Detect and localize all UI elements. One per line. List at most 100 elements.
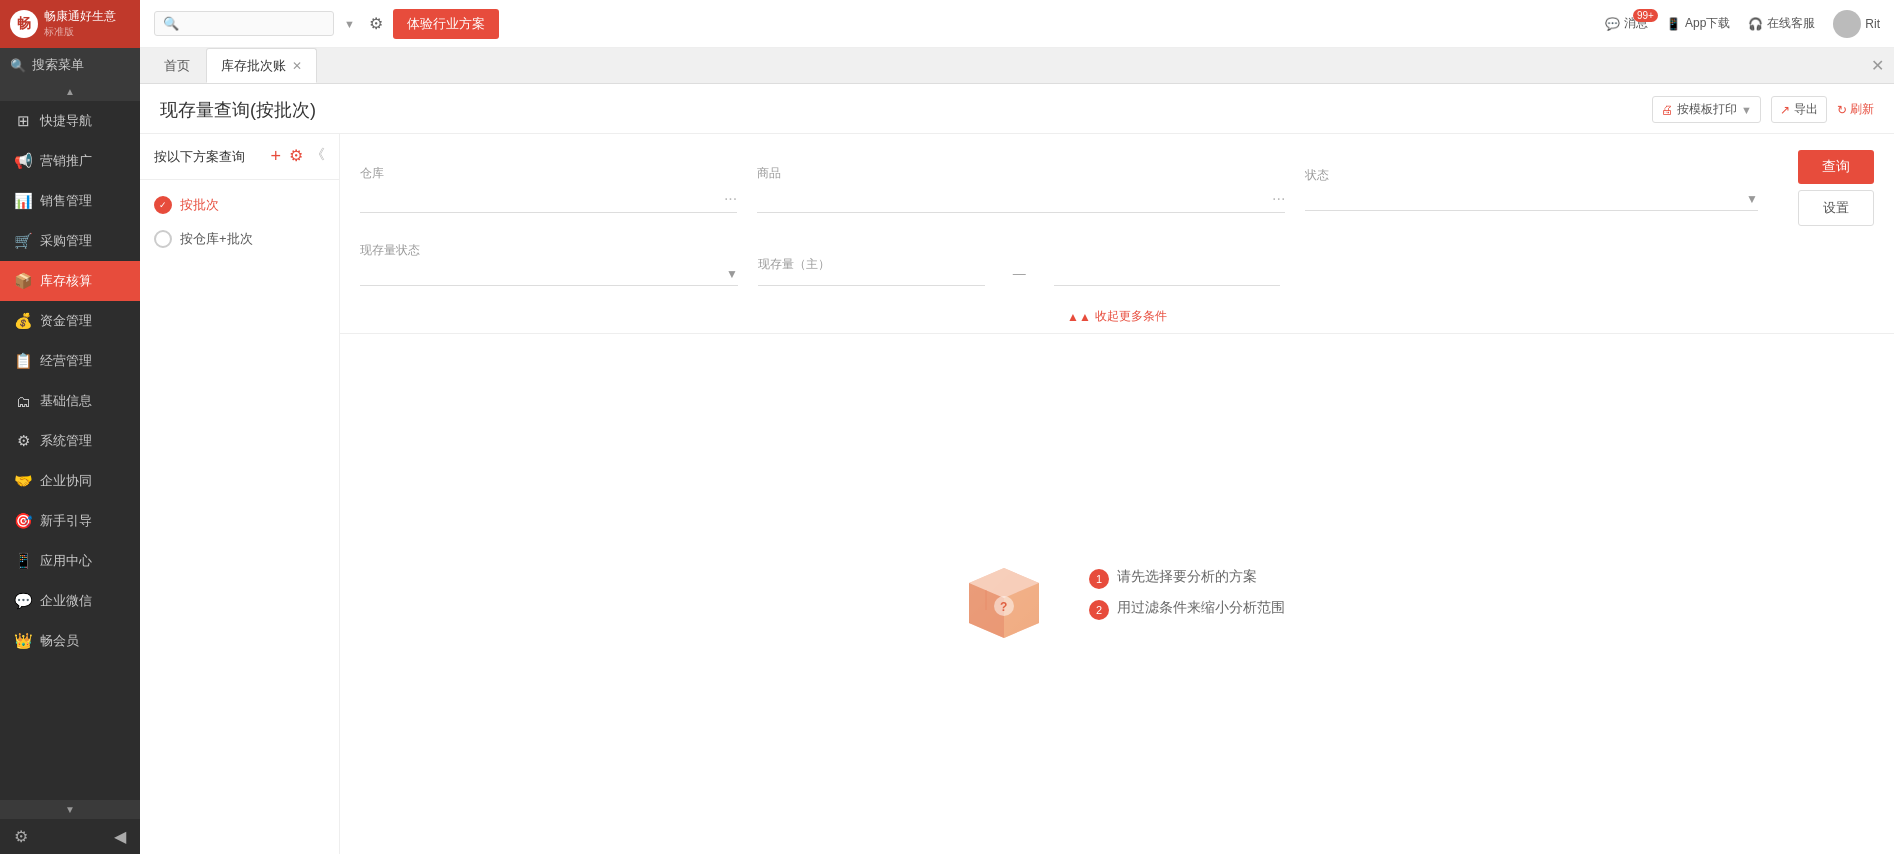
nav-label-appstore: 应用中心 (40, 552, 92, 570)
search-menu-label: 搜索菜单 (32, 56, 84, 74)
main-area: 🔍 ▼ ⚙ 体验行业方案 💬 消息 99+ 📱 App下载 🎧 在线客服 Rit (140, 0, 1894, 854)
tab-home-label: 首页 (164, 57, 190, 75)
nav-label-basic: 基础信息 (40, 392, 92, 410)
query-button[interactable]: 查询 (1798, 150, 1874, 184)
sidebar-item-marketing[interactable]: 📢营销推广 (0, 141, 140, 181)
action-buttons: 查询 设置 (1798, 150, 1874, 228)
empty-tips: 1 请先选择要分析的方案 2 用过滤条件来缩小分析范围 (1089, 568, 1285, 620)
scheme-batch-icon: ✓ (154, 196, 172, 214)
app-download-item[interactable]: 📱 App下载 (1666, 15, 1730, 32)
sidebar-item-inventory[interactable]: 📦库存核算 (0, 261, 140, 301)
stock-status-dropdown[interactable]: ▼ (360, 263, 738, 286)
stock-qty-to-input[interactable] (1054, 277, 1281, 286)
sidebar-item-appstore[interactable]: 📱应用中心 (0, 541, 140, 581)
tab-batch-label: 库存批次账 (221, 57, 286, 75)
collapse-up-icon: ▲▲ (1067, 310, 1091, 324)
sidebar-item-enterprise[interactable]: 🤝企业协同 (0, 461, 140, 501)
nav-label-quick-nav: 快捷导航 (40, 112, 92, 130)
nav-label-inventory: 库存核算 (40, 272, 92, 290)
refresh-button[interactable]: ↻ 刷新 (1837, 101, 1874, 118)
sidebar-header: 畅 畅康通好生意 标准版 (0, 0, 140, 48)
collapse-filters-button[interactable]: ▲▲ 收起更多条件 (360, 300, 1874, 333)
sidebar-item-finance[interactable]: 💰 资金管理 (0, 301, 140, 341)
scheme-item-batch[interactable]: ✓ 按批次 (140, 188, 339, 222)
nav-label-purchase: 采购管理 (40, 232, 92, 250)
tip-1-number: 1 (1089, 569, 1109, 589)
stock-qty-to-filter (1054, 273, 1281, 286)
sidebar-item-basic[interactable]: 🗂 基础信息 (0, 381, 140, 421)
trial-button[interactable]: 体验行业方案 (393, 9, 499, 39)
nav-icon-basic: 🗂 (14, 393, 32, 410)
warehouse-more-icon[interactable]: ··· (724, 190, 737, 208)
tab-bar-close-icon[interactable]: ✕ (1871, 56, 1884, 75)
online-service-item[interactable]: 🎧 在线客服 (1748, 15, 1815, 32)
sidebar-item-operation[interactable]: 📋经营管理 (0, 341, 140, 381)
topbar-search-input[interactable] (185, 17, 295, 31)
sidebar-item-member[interactable]: 👑畅会员 (0, 621, 140, 661)
sidebar-item-purchase[interactable]: 🛒 采购管理 (0, 221, 140, 261)
tip-2-number: 2 (1089, 600, 1109, 620)
nav-label-finance: 资金管理 (40, 312, 92, 330)
right-panel: 仓库 ··· 商品 ··· (340, 134, 1894, 854)
svg-text:?: ? (1000, 600, 1007, 614)
stock-qty-label: 现存量（主） (758, 256, 985, 273)
add-scheme-icon[interactable]: + (270, 146, 281, 167)
status-dropdown[interactable]: ▼ (1305, 188, 1758, 211)
tab-close-icon[interactable]: ✕ (292, 59, 302, 73)
search-icon: 🔍 (10, 58, 26, 73)
export-label: 导出 (1794, 101, 1818, 118)
scheme-item-warehouse-batch[interactable]: 按仓库+批次 (140, 222, 339, 256)
topbar-gear-icon[interactable]: ⚙ (369, 14, 383, 33)
nav-icon-wechat: 💬 (14, 592, 32, 610)
topbar-search-box[interactable]: 🔍 (154, 11, 334, 36)
tab-batch[interactable]: 库存批次账 ✕ (206, 48, 317, 83)
sidebar-nav: ⊞快捷导航📢营销推广📊销售管理 🛒 采购管理 📦库存核算 💰 资金管理 📋经营管理 🗂 基础信息… (0, 101, 140, 800)
set-button[interactable]: 设置 (1798, 190, 1874, 226)
sidebar-scroll-down[interactable]: ▼ (0, 800, 140, 819)
nav-label-member: 畅会员 (40, 632, 79, 650)
sidebar-item-quick-nav[interactable]: ⊞快捷导航 (0, 101, 140, 141)
export-button[interactable]: ↗ 导出 (1771, 96, 1827, 123)
sidebar-item-wechat[interactable]: 💬企业微信 (0, 581, 140, 621)
nav-icon-finance: 💰 (14, 312, 32, 330)
page-actions: 🖨 按模板打印 ▼ ↗ 导出 ↻ 刷新 (1652, 96, 1874, 133)
warehouse-input[interactable]: ··· (360, 186, 737, 213)
scheme-batch-label: 按批次 (180, 196, 219, 214)
nav-icon-purchase: 🛒 (14, 232, 32, 250)
nav-icon-sales: 📊 (14, 192, 32, 210)
tip-2-text: 用过滤条件来缩小分析范围 (1117, 599, 1285, 617)
stock-status-chevron-icon: ▼ (726, 267, 738, 281)
stock-qty-from-input[interactable] (758, 277, 985, 286)
user-item[interactable]: Rit (1833, 10, 1880, 38)
empty-state: ? 1 请先选择要分析的方案 2 用过滤条件来缩小分析范围 (340, 334, 1894, 854)
nav-icon-operation: 📋 (14, 352, 32, 370)
sidebar-item-newbie[interactable]: 🎯新手引导 (0, 501, 140, 541)
sidebar-scroll-up[interactable]: ▲ (0, 82, 140, 101)
empty-tip-1: 1 请先选择要分析的方案 (1089, 568, 1285, 589)
goods-input[interactable]: ··· (757, 186, 1285, 213)
topbar-dropdown-chevron[interactable]: ▼ (344, 18, 355, 30)
status-filter: 状态 ▼ (1305, 167, 1758, 211)
print-chevron-icon: ▼ (1741, 104, 1752, 116)
left-panel-actions: + ⚙ 《 (270, 146, 325, 167)
messages-item[interactable]: 💬 消息 99+ (1605, 15, 1648, 32)
scheme-settings-icon[interactable]: ⚙ (289, 146, 303, 167)
filter-row-2: 现存量状态 ▼ 现存量（主） — (360, 242, 1874, 286)
print-button[interactable]: 🖨 按模板打印 ▼ (1652, 96, 1761, 123)
edition-label: 标准版 (44, 25, 116, 39)
settings-icon[interactable]: ⚙ (14, 827, 28, 846)
collapse-sidebar-icon[interactable]: ◀ (114, 827, 126, 846)
left-panel-header: 按以下方案查询 + ⚙ 《 (140, 134, 339, 180)
goods-more-icon[interactable]: ··· (1272, 190, 1285, 208)
refresh-label: 刷新 (1850, 101, 1874, 118)
company-name: 畅康通好生意 (44, 9, 116, 25)
tab-home[interactable]: 首页 (150, 48, 204, 83)
print-label: 按模板打印 (1677, 101, 1737, 118)
sidebar-search[interactable]: 🔍 搜索菜单 (0, 48, 140, 82)
sidebar-item-sales[interactable]: 📊销售管理 (0, 181, 140, 221)
user-name: Rit (1865, 17, 1880, 31)
sidebar-logo: 畅 (10, 10, 38, 38)
status-chevron-icon: ▼ (1746, 192, 1758, 206)
sidebar-item-system[interactable]: ⚙系统管理 (0, 421, 140, 461)
collapse-left-panel-icon[interactable]: 《 (311, 146, 325, 167)
